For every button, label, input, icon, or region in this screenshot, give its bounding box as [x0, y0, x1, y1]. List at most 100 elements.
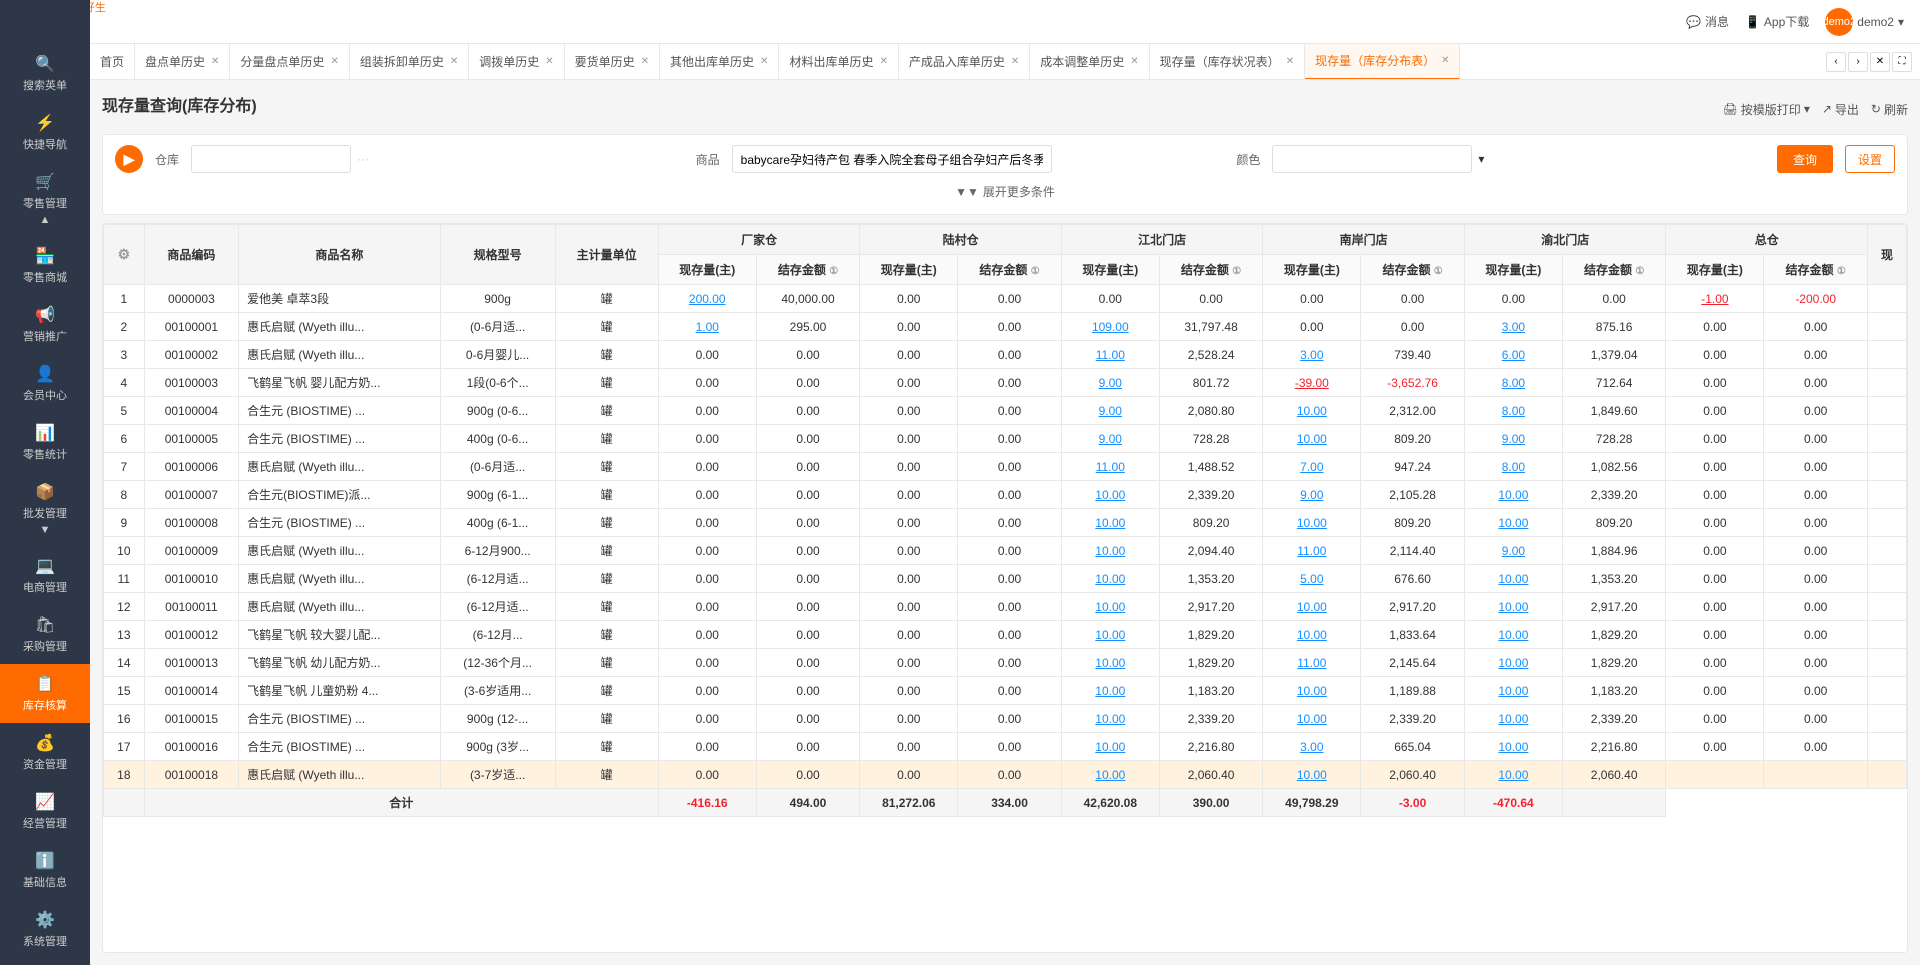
table-cell[interactable]: 0.00: [658, 565, 756, 593]
table-cell[interactable]: 0.00: [860, 509, 958, 537]
table-cell[interactable]: 8.00: [1464, 453, 1562, 481]
table-cell[interactable]: 9.00: [1061, 397, 1159, 425]
table-cell[interactable]: 0.00: [1666, 313, 1764, 341]
table-cell[interactable]: 0.00: [860, 453, 958, 481]
table-cell[interactable]: 8.00: [1464, 397, 1562, 425]
tab-close-2[interactable]: ✕: [330, 56, 338, 67]
table-cell[interactable]: 3.00: [1464, 313, 1562, 341]
sidebar-item-retail-stats[interactable]: 📊 零售统计: [0, 413, 90, 472]
table-cell[interactable]: 10.00: [1061, 621, 1159, 649]
table-cell[interactable]: 10.00: [1464, 649, 1562, 677]
table-cell[interactable]: 0.00: [1263, 285, 1361, 313]
table-cell[interactable]: -1.00: [1666, 285, 1764, 313]
table-cell[interactable]: 0.00: [860, 733, 958, 761]
table-cell[interactable]: 11.00: [1263, 649, 1361, 677]
table-cell[interactable]: 9.00: [1061, 425, 1159, 453]
table-cell[interactable]: 0.00: [1666, 733, 1764, 761]
sidebar-item-ecommerce[interactable]: 💻 电商管理: [0, 546, 90, 605]
table-cell[interactable]: 0.00: [658, 761, 756, 789]
tab-close-8[interactable]: ✕: [1011, 56, 1019, 67]
table-cell[interactable]: 0.00: [1666, 369, 1764, 397]
tab-next-btn[interactable]: ›: [1848, 52, 1868, 72]
table-cell[interactable]: 10.00: [1464, 733, 1562, 761]
tab-expand-btn[interactable]: ⛶: [1892, 52, 1912, 72]
tab-transfer[interactable]: 调拨单历史 ✕: [469, 44, 564, 80]
table-cell[interactable]: 0.00: [860, 537, 958, 565]
table-cell[interactable]: 10.00: [1263, 705, 1361, 733]
sidebar-item-search[interactable]: 🔍 搜索英单: [0, 44, 90, 103]
tab-close-9[interactable]: ✕: [1130, 56, 1138, 67]
user-menu[interactable]: demo2 demo2 ▾: [1825, 8, 1904, 36]
table-cell[interactable]: 5.00: [1263, 565, 1361, 593]
table-cell[interactable]: 0.00: [860, 705, 958, 733]
table-container[interactable]: ⚙ 商品编码 商品名称 规格型号 主计量单位 厂家仓 陆村仓 江北门店 南岸门店…: [102, 223, 1908, 953]
table-cell[interactable]: 0.00: [658, 733, 756, 761]
table-cell[interactable]: 10.00: [1263, 397, 1361, 425]
table-cell[interactable]: 0.00: [860, 397, 958, 425]
table-cell[interactable]: 0.00: [1666, 705, 1764, 733]
tab-close-5[interactable]: ✕: [641, 56, 649, 67]
sidebar-item-basicinfo[interactable]: ℹ️ 基础信息: [0, 841, 90, 900]
table-cell[interactable]: 0.00: [860, 285, 958, 313]
tab-close-4[interactable]: ✕: [545, 56, 553, 67]
sidebar-item-finance[interactable]: 💰 资金管理: [0, 723, 90, 782]
sidebar-item-inventory[interactable]: 📋 库存核算: [0, 664, 90, 723]
table-cell[interactable]: 0.00: [1666, 677, 1764, 705]
more-conditions-btn[interactable]: ▼▼ 展开更多条件: [115, 179, 1895, 204]
table-cell[interactable]: 10.00: [1061, 677, 1159, 705]
tab-stock-history[interactable]: 盘点单历史 ✕: [135, 44, 230, 80]
table-cell[interactable]: 10.00: [1061, 649, 1159, 677]
table-cell[interactable]: 11.00: [1263, 537, 1361, 565]
tab-close-1[interactable]: ✕: [211, 56, 219, 67]
sidebar-item-retail-mall[interactable]: 🏪 零售商城: [0, 236, 90, 295]
table-cell[interactable]: 0.00: [658, 481, 756, 509]
table-cell[interactable]: 0.00: [860, 593, 958, 621]
table-cell[interactable]: 0.00: [1666, 621, 1764, 649]
table-cell[interactable]: 10.00: [1061, 481, 1159, 509]
table-cell[interactable]: 0.00: [1666, 481, 1764, 509]
table-cell[interactable]: 0.00: [658, 677, 756, 705]
table-cell[interactable]: 0.00: [658, 621, 756, 649]
table-cell[interactable]: [1666, 761, 1764, 789]
table-cell[interactable]: 10.00: [1061, 593, 1159, 621]
table-cell[interactable]: 0.00: [860, 621, 958, 649]
table-cell[interactable]: 0.00: [1263, 313, 1361, 341]
sidebar-item-wholesale[interactable]: 📦 批发管理 ▼: [0, 472, 90, 546]
table-cell[interactable]: 7.00: [1263, 453, 1361, 481]
color-input[interactable]: [1272, 145, 1472, 173]
tab-partial-stock[interactable]: 分量盘点单历史 ✕: [230, 44, 349, 80]
tab-close-7[interactable]: ✕: [879, 56, 887, 67]
table-cell[interactable]: 0.00: [1666, 649, 1764, 677]
table-cell[interactable]: 0.00: [1061, 285, 1159, 313]
table-cell[interactable]: 10.00: [1263, 509, 1361, 537]
table-cell[interactable]: 0.00: [1666, 565, 1764, 593]
tab-close-11[interactable]: ✕: [1441, 55, 1449, 66]
sidebar-item-system[interactable]: ⚙️ 系统管理: [0, 900, 90, 959]
goods-input[interactable]: [732, 145, 1052, 173]
warehouse-input[interactable]: [191, 145, 351, 173]
table-cell[interactable]: 109.00: [1061, 313, 1159, 341]
table-cell[interactable]: 9.00: [1061, 369, 1159, 397]
table-cell[interactable]: 0.00: [658, 509, 756, 537]
table-cell[interactable]: 10.00: [1464, 565, 1562, 593]
app-download-btn[interactable]: 📱 App下载: [1745, 13, 1809, 30]
table-cell[interactable]: 3.00: [1263, 733, 1361, 761]
sidebar-item-collab[interactable]: 🤝 企业协同: [0, 959, 90, 965]
table-cell[interactable]: 0.00: [658, 341, 756, 369]
table-cell[interactable]: 0.00: [1666, 537, 1764, 565]
table-cell[interactable]: 10.00: [1464, 621, 1562, 649]
table-cell[interactable]: 10.00: [1061, 509, 1159, 537]
table-cell[interactable]: 6.00: [1464, 341, 1562, 369]
table-cell[interactable]: 0.00: [860, 481, 958, 509]
tab-cost-adjust[interactable]: 成本调整单历史 ✕: [1030, 44, 1149, 80]
th-gear[interactable]: ⚙: [104, 225, 145, 285]
tab-close-3[interactable]: ✕: [450, 56, 458, 67]
table-cell[interactable]: 11.00: [1061, 453, 1159, 481]
table-cell[interactable]: 11.00: [1061, 341, 1159, 369]
table-cell[interactable]: 0.00: [658, 649, 756, 677]
table-cell[interactable]: 0.00: [658, 425, 756, 453]
message-btn[interactable]: 💬 消息: [1686, 13, 1729, 30]
table-cell[interactable]: 0.00: [658, 397, 756, 425]
tab-stock-status[interactable]: 现存量（库存状况表） ✕: [1150, 44, 1305, 80]
tab-assembly[interactable]: 组装拆卸单历史 ✕: [350, 44, 469, 80]
